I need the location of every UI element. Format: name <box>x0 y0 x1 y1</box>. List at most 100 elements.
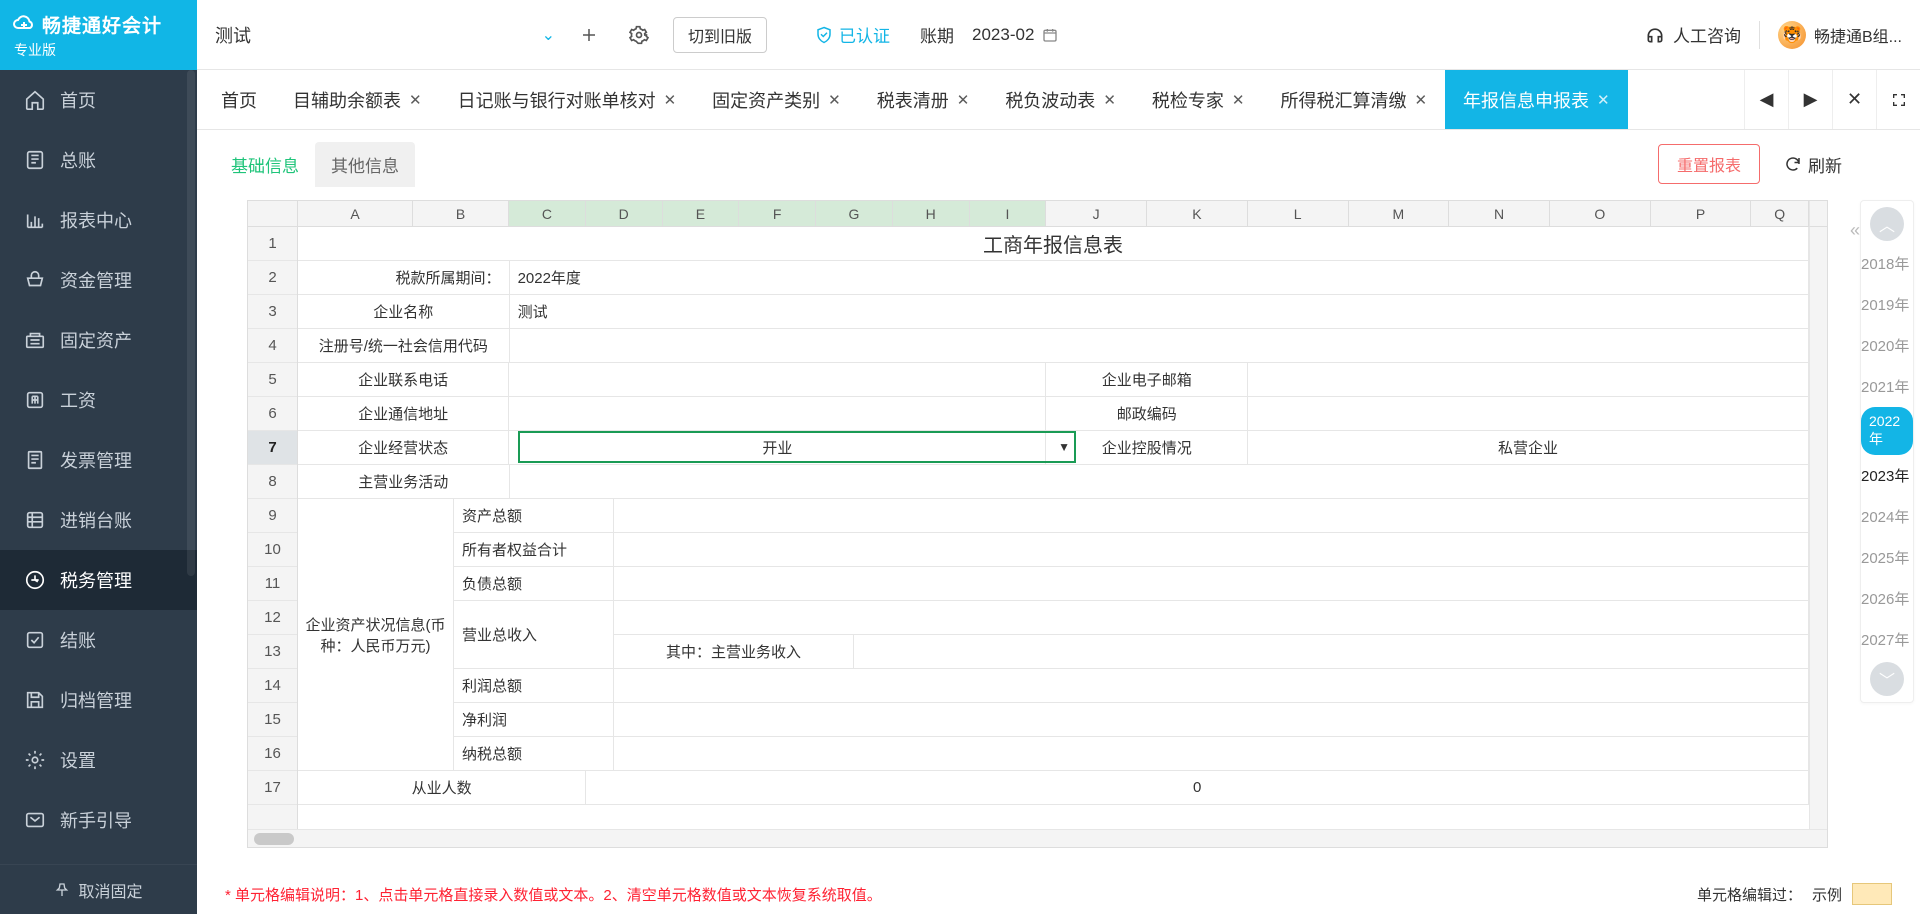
year-2021年[interactable]: 2021年 <box>1861 366 1913 407</box>
tab-1[interactable]: 日记账与银行对账单核对✕ <box>440 70 695 129</box>
sidebar-item-9[interactable]: 结账 <box>0 610 197 670</box>
tab-2[interactable]: 固定资产类别✕ <box>694 70 859 129</box>
col-header-P[interactable]: P <box>1651 201 1752 226</box>
sidebar-item-8[interactable]: 税务管理 <box>0 550 197 610</box>
cell[interactable]: 利润总额 <box>454 669 614 703</box>
sidebar-item-3[interactable]: 资金管理 <box>0 250 197 310</box>
sheet-vscroll[interactable] <box>1809 227 1827 829</box>
cell[interactable]: 开业 <box>509 431 1046 465</box>
cell[interactable]: 营业总收入 <box>454 601 614 669</box>
close-icon[interactable]: ✕ <box>957 91 970 109</box>
close-icon[interactable]: ✕ <box>664 91 677 109</box>
cell[interactable] <box>854 635 1809 669</box>
sidebar-item-4[interactable]: 固定资产 <box>0 310 197 370</box>
row-header-17[interactable]: 17 <box>248 771 297 805</box>
year-2020年[interactable]: 2020年 <box>1861 325 1913 366</box>
sidebar-item-0[interactable]: 首页 <box>0 70 197 130</box>
cell[interactable]: 企业联系电话 <box>298 363 509 397</box>
col-header-I[interactable]: I <box>970 201 1047 226</box>
cell[interactable]: 企业电子邮箱 <box>1046 363 1248 397</box>
row-header-15[interactable]: 15 <box>248 703 297 737</box>
sheet-select-all[interactable] <box>248 201 298 227</box>
tab-3[interactable]: 税表清册✕ <box>859 70 988 129</box>
year-2018年[interactable]: 2018年 <box>1861 243 1913 284</box>
col-header-G[interactable]: G <box>816 201 893 226</box>
sidebar-item-11[interactable]: 设置 <box>0 730 197 790</box>
cell[interactable]: 私营企业 <box>1248 431 1809 465</box>
year-2022年[interactable]: 2022年 <box>1861 407 1913 455</box>
tab-home[interactable]: 首页 <box>215 70 275 129</box>
col-header-B[interactable]: B <box>413 201 509 226</box>
sidebar-item-10[interactable]: 归档管理 <box>0 670 197 730</box>
support-button[interactable]: 人工咨询 <box>1645 22 1741 47</box>
row-header-7[interactable]: 7 <box>248 431 297 465</box>
close-icon[interactable]: ✕ <box>1232 91 1245 109</box>
cell[interactable]: 测试 <box>510 295 1809 329</box>
sidebar-item-6[interactable]: 发票管理 <box>0 430 197 490</box>
col-header-K[interactable]: K <box>1147 201 1248 226</box>
col-header-M[interactable]: M <box>1349 201 1450 226</box>
tab-6[interactable]: 所得税汇算清缴✕ <box>1262 70 1445 129</box>
col-header-J[interactable]: J <box>1046 201 1147 226</box>
col-header-E[interactable]: E <box>663 201 740 226</box>
col-header-O[interactable]: O <box>1550 201 1651 226</box>
cell[interactable] <box>510 329 1809 363</box>
row-header-4[interactable]: 4 <box>248 329 297 363</box>
year-2019年[interactable]: 2019年 <box>1861 284 1913 325</box>
tab-4[interactable]: 税负波动表✕ <box>987 70 1134 129</box>
cell[interactable]: 所有者权益合计 <box>454 533 614 567</box>
row-header-10[interactable]: 10 <box>248 533 297 567</box>
unpin-sidebar[interactable]: 取消固定 <box>0 864 197 914</box>
cell[interactable]: 企业控股情况 <box>1046 431 1248 465</box>
col-header-H[interactable]: H <box>893 201 970 226</box>
sidebar-scrollbar[interactable] <box>187 70 195 576</box>
row-header-8[interactable]: 8 <box>248 465 297 499</box>
cell[interactable] <box>510 465 1809 499</box>
subtab-basic[interactable]: 基础信息 <box>215 142 315 187</box>
sidebar-item-7[interactable]: 进销台账 <box>0 490 197 550</box>
user-menu[interactable]: 🐯 畅捷通B组... <box>1778 21 1902 49</box>
row-header-13[interactable]: 13 <box>248 635 297 669</box>
cell[interactable]: 税款所属期间： <box>298 261 510 295</box>
cell[interactable] <box>1248 397 1809 431</box>
subtab-other[interactable]: 其他信息 <box>315 142 415 187</box>
cell[interactable]: 企业通信地址 <box>298 397 509 431</box>
year-2023年[interactable]: 2023年 <box>1861 455 1913 496</box>
sheet-hscroll[interactable] <box>248 829 1827 847</box>
year-up[interactable]: ︿ <box>1870 207 1904 241</box>
cell[interactable] <box>614 737 1809 771</box>
close-icon[interactable]: ✕ <box>1597 91 1610 109</box>
cell[interactable]: 2022年度 <box>510 261 1809 295</box>
cell[interactable]: 注册号/统一社会信用代码 <box>298 329 510 363</box>
row-header-12[interactable]: 12 <box>248 601 297 635</box>
cell[interactable]: 净利润 <box>454 703 614 737</box>
reset-report-button[interactable]: 重置报表 <box>1658 144 1760 184</box>
close-icon[interactable]: ✕ <box>1414 91 1427 109</box>
col-header-D[interactable]: D <box>586 201 663 226</box>
tabs-fullscreen[interactable] <box>1876 70 1920 129</box>
row-header-16[interactable]: 16 <box>248 737 297 771</box>
close-icon[interactable]: ✕ <box>409 91 422 109</box>
col-header-L[interactable]: L <box>1248 201 1349 226</box>
cell[interactable] <box>614 567 1809 601</box>
year-2026年[interactable]: 2026年 <box>1861 578 1913 619</box>
row-header-3[interactable]: 3 <box>248 295 297 329</box>
year-2025年[interactable]: 2025年 <box>1861 537 1913 578</box>
cell[interactable] <box>614 533 1809 567</box>
cell[interactable]: 负债总额 <box>454 567 614 601</box>
col-header-Q[interactable]: Q <box>1751 201 1809 226</box>
spreadsheet[interactable]: ABCDEFGHIJKLMNOPQ 1234567891011121314151… <box>247 200 1828 848</box>
tabs-scroll-left[interactable]: ◀ <box>1744 70 1788 129</box>
cell[interactable]: 邮政编码 <box>1046 397 1248 431</box>
refresh-button[interactable]: 刷新 <box>1784 152 1842 177</box>
row-header-1[interactable]: 1 <box>248 227 297 261</box>
settings-icon[interactable] <box>623 19 655 51</box>
cell[interactable]: 企业经营状态 <box>298 431 509 465</box>
sidebar-item-12[interactable]: 新手引导 <box>0 790 197 850</box>
company-selector[interactable]: 测试 ⌄ <box>215 15 555 55</box>
cell[interactable] <box>614 669 1809 703</box>
cell[interactable]: 纳税总额 <box>454 737 614 771</box>
cell[interactable]: 主营业务活动 <box>298 465 510 499</box>
tabs-scroll-right[interactable]: ▶ <box>1788 70 1832 129</box>
year-down[interactable]: ﹀ <box>1870 662 1904 696</box>
